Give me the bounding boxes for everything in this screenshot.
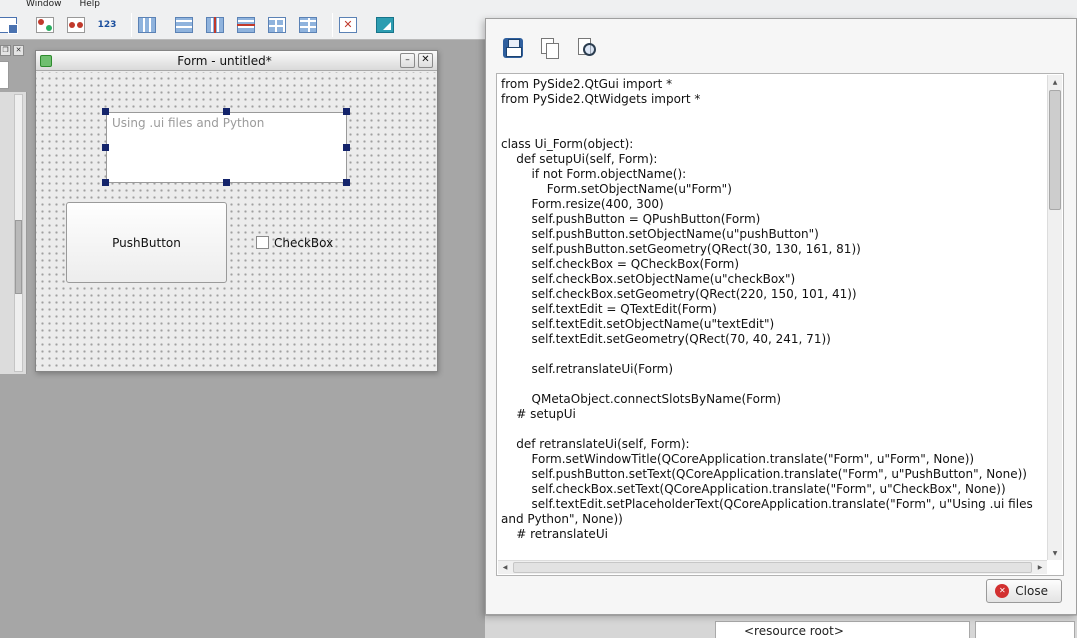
lay-out-horizontally-button[interactable] xyxy=(133,11,161,39)
widgetbox-scrollbar[interactable] xyxy=(14,94,23,372)
layout-splitter-horizontal-icon xyxy=(206,17,224,33)
code-view: from PySide2.QtGui import * from PySide2… xyxy=(496,73,1064,576)
lay-out-form-button[interactable] xyxy=(294,11,322,39)
main-toolbar: 123 ✕ xyxy=(0,9,402,40)
form-window: Form - untitled* – ✕ Using .ui files and… xyxy=(35,50,438,372)
edit-buddies-icon xyxy=(67,17,85,33)
form-window-title: Form - untitled* xyxy=(52,54,397,68)
checkbox-label: CheckBox xyxy=(274,236,333,250)
copy-icon xyxy=(540,38,560,58)
edit-signals-slots-button[interactable] xyxy=(31,11,59,39)
dock-titlebar-buttons: ❐ ✕ xyxy=(0,45,24,56)
selection-handle-s[interactable] xyxy=(223,179,230,186)
copy-code-button[interactable] xyxy=(537,35,563,61)
selection-handle-sw[interactable] xyxy=(102,179,109,186)
pushbutton-widget[interactable]: PushButton xyxy=(66,202,227,283)
adjust-size-button[interactable] xyxy=(371,11,399,39)
vertical-scrollbar-thumb[interactable] xyxy=(1049,90,1061,210)
code-horizontal-scrollbar[interactable]: ◀ ▶ xyxy=(498,560,1047,574)
widgetbox-scrollbar-thumb[interactable] xyxy=(15,220,22,294)
scroll-up-arrow-icon[interactable]: ▲ xyxy=(1048,75,1062,89)
selection-handle-ne[interactable] xyxy=(343,108,350,115)
form-window-titlebar[interactable]: Form - untitled* – ✕ xyxy=(36,51,437,71)
toolbar-separator xyxy=(131,13,132,37)
qt-designer-screen: Window Help 123 ✕ ❐ ✕ xyxy=(0,0,1077,638)
menu-help[interactable]: Help xyxy=(80,0,101,9)
break-layout-icon: ✕ xyxy=(339,17,357,33)
textedit-widget[interactable]: Using .ui files and Python xyxy=(106,112,347,183)
find-icon xyxy=(577,38,597,58)
selection-handle-e[interactable] xyxy=(343,144,350,151)
find-code-button[interactable] xyxy=(574,35,600,61)
form-minimize-button[interactable]: – xyxy=(400,53,415,68)
menubar: Window Help xyxy=(0,0,1077,9)
dock-close-button[interactable]: ✕ xyxy=(13,45,24,56)
layout-horizontal-icon xyxy=(138,17,156,33)
form-canvas[interactable]: Using .ui files and Python PushButton Ch… xyxy=(36,72,437,371)
checkbox-box xyxy=(256,236,269,249)
adjust-size-icon xyxy=(376,17,394,33)
selection-handle-nw[interactable] xyxy=(102,108,109,115)
code-vertical-scrollbar[interactable]: ▲ ▼ xyxy=(1047,75,1062,560)
form-window-icon xyxy=(40,55,52,67)
edit-tab-order-icon: 123 xyxy=(97,17,117,33)
scroll-right-arrow-icon[interactable]: ▶ xyxy=(1033,561,1047,574)
lay-out-grid-button[interactable] xyxy=(263,11,291,39)
layout-vertical-icon xyxy=(175,17,193,33)
edit-signals-slots-icon xyxy=(36,17,54,33)
form-close-button[interactable]: ✕ xyxy=(418,53,433,68)
toolbar-separator xyxy=(332,13,333,37)
layout-splitter-vertical-icon xyxy=(237,17,255,33)
close-button-icon: ✕ xyxy=(995,584,1009,598)
close-button[interactable]: ✕ Close xyxy=(986,579,1062,603)
edit-tab-order-button[interactable]: 123 xyxy=(93,11,121,39)
selection-handle-w[interactable] xyxy=(102,144,109,151)
horizontal-scrollbar-thumb[interactable] xyxy=(513,562,1032,573)
lay-out-splitter-vertical-button[interactable] xyxy=(232,11,260,39)
dock-float-button[interactable]: ❐ xyxy=(0,45,11,56)
scroll-left-arrow-icon[interactable]: ◀ xyxy=(498,561,512,574)
code-preview-dialog: from PySide2.QtGui import * from PySide2… xyxy=(485,18,1077,615)
scroll-down-arrow-icon[interactable]: ▼ xyxy=(1048,546,1062,560)
edit-buddies-button[interactable] xyxy=(62,11,90,39)
layout-form-icon xyxy=(299,17,317,33)
selection-handle-n[interactable] xyxy=(223,108,230,115)
checkbox-widget[interactable]: CheckBox xyxy=(256,222,357,263)
code-text[interactable]: from PySide2.QtGui import * from PySide2… xyxy=(501,77,1044,558)
edit-widgets-icon xyxy=(0,17,17,33)
bottom-dock-fragment: <resource root> xyxy=(485,615,1077,638)
lay-out-vertically-button[interactable] xyxy=(170,11,198,39)
bottom-panel-fragment xyxy=(975,621,1075,638)
resource-root-item[interactable]: <resource root> xyxy=(715,621,970,638)
menu-window[interactable]: Window xyxy=(26,0,62,9)
lay-out-splitter-horizontal-button[interactable] xyxy=(201,11,229,39)
edit-widgets-button[interactable] xyxy=(0,11,22,39)
code-dialog-toolbar xyxy=(500,35,600,61)
layout-grid-icon xyxy=(268,17,286,33)
save-code-button[interactable] xyxy=(500,35,526,61)
widgetbox-panel-fragment xyxy=(0,92,27,374)
close-button-label: Close xyxy=(1015,584,1048,598)
save-icon xyxy=(503,38,523,58)
widgetbox-filter-fragment[interactable] xyxy=(0,61,9,89)
break-layout-button[interactable]: ✕ xyxy=(334,11,362,39)
selection-handle-se[interactable] xyxy=(343,179,350,186)
